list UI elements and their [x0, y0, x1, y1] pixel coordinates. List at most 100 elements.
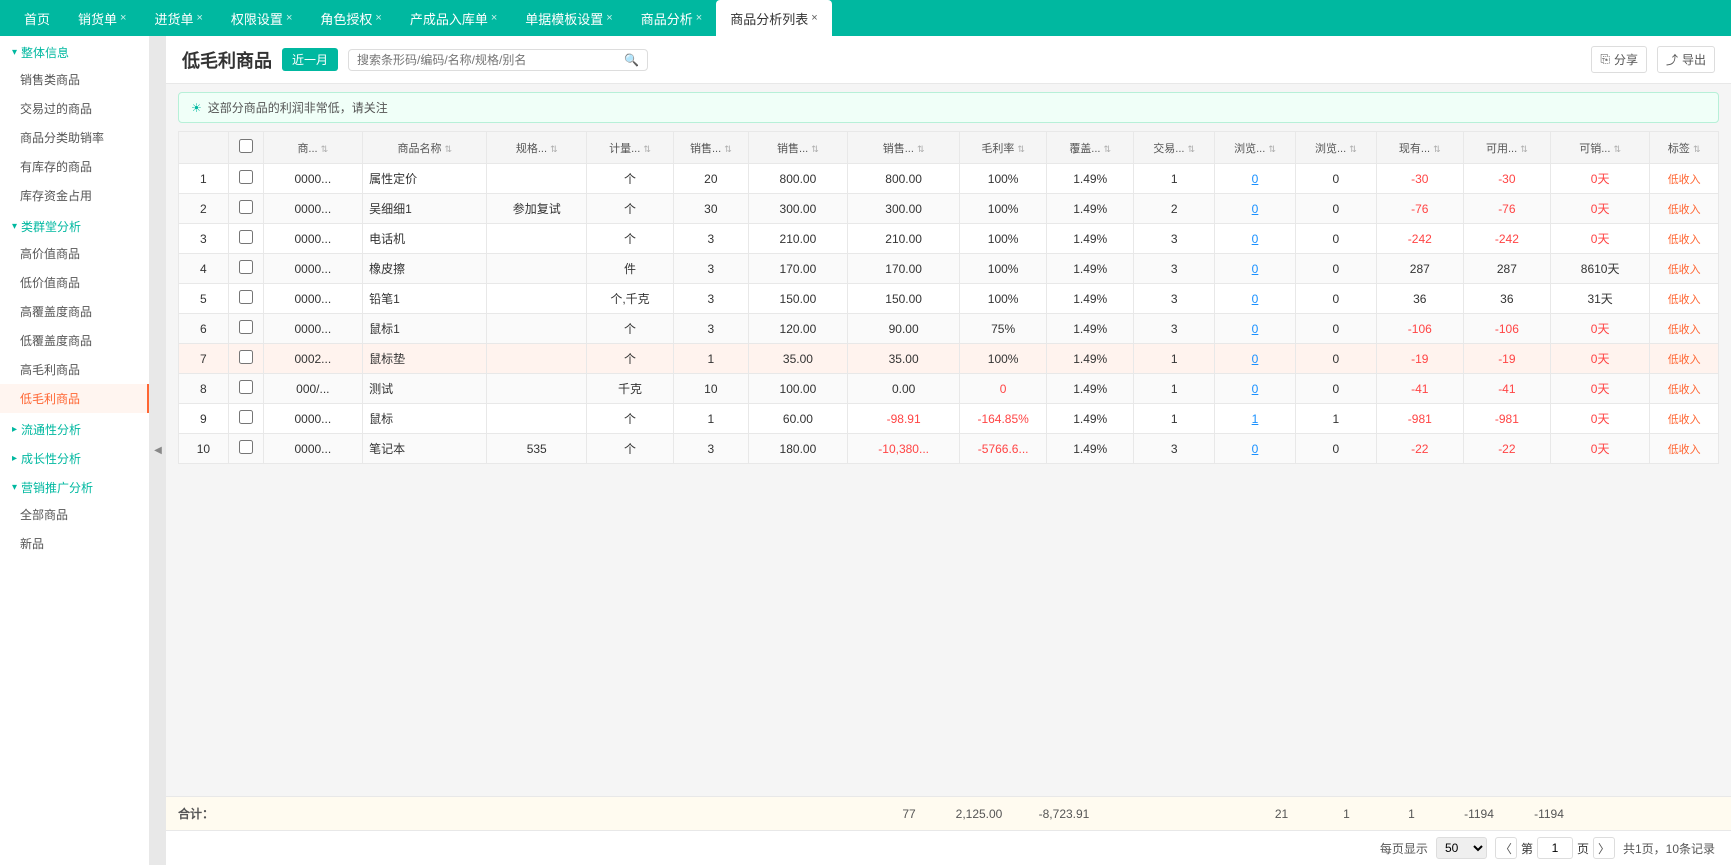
sidebar-item-all-goods[interactable]: 全部商品 [0, 500, 149, 529]
cell-browse1[interactable]: 0 [1215, 284, 1296, 314]
browse1-link[interactable]: 0 [1252, 292, 1259, 306]
nav-product[interactable]: 产成品入库单 × [396, 0, 511, 36]
page-size-select[interactable]: 10 20 50 100 [1436, 837, 1487, 859]
filter-btn[interactable]: 近一月 [282, 48, 338, 71]
share-btn[interactable]: ⎘ 分享 [1591, 46, 1647, 73]
cell-cb[interactable] [228, 344, 263, 374]
sidebar-item-sales-goods[interactable]: 销售类商品 [0, 65, 149, 94]
sidebar-item-new-goods[interactable]: 新品 [0, 529, 149, 558]
page-input[interactable] [1537, 837, 1573, 859]
browse1-link[interactable]: 1 [1252, 412, 1259, 426]
th-browse1[interactable]: 浏览... ⇅ [1215, 132, 1296, 164]
th-code[interactable]: 商... ⇅ [263, 132, 363, 164]
row-checkbox[interactable] [239, 260, 253, 274]
nav-sales[interactable]: 销货单 × [64, 0, 140, 36]
th-avail[interactable]: 可用... ⇅ [1463, 132, 1550, 164]
nav-template-close[interactable]: × [606, 12, 612, 24]
th-sale-price[interactable]: 销售... ⇅ [748, 132, 848, 164]
th-spec[interactable]: 规格... ⇅ [487, 132, 587, 164]
cell-browse1[interactable]: 0 [1215, 344, 1296, 374]
browse1-link[interactable]: 0 [1252, 352, 1259, 366]
search-icon[interactable]: 🔍 [624, 53, 639, 67]
cell-cb[interactable] [228, 284, 263, 314]
cell-cb[interactable] [228, 164, 263, 194]
browse1-link[interactable]: 0 [1252, 322, 1259, 336]
sidebar-group-growth[interactable]: ▸ 成长性分析 [0, 442, 149, 471]
sidebar-item-category-rate[interactable]: 商品分类助销率 [0, 123, 149, 152]
cell-browse1[interactable]: 0 [1215, 194, 1296, 224]
th-current[interactable]: 现有... ⇅ [1376, 132, 1463, 164]
sidebar-group-overall[interactable]: ▾ 整体信息 [0, 36, 149, 65]
cell-browse1[interactable]: 1 [1215, 404, 1296, 434]
th-cover[interactable]: 覆盖... ⇅ [1047, 132, 1134, 164]
cell-cb[interactable] [228, 224, 263, 254]
table-wrapper[interactable]: 商... ⇅ 商品名称 ⇅ 规格... ⇅ 计量... ⇅ 销售... ⇅ 销售… [166, 131, 1731, 796]
cell-browse1[interactable]: 0 [1215, 164, 1296, 194]
row-checkbox[interactable] [239, 230, 253, 244]
row-checkbox[interactable] [239, 380, 253, 394]
th-unit[interactable]: 计量... ⇅ [586, 132, 673, 164]
th-sale-qty[interactable]: 销售... ⇅ [674, 132, 749, 164]
nav-sales-close[interactable]: × [120, 12, 126, 24]
sidebar-item-low-value[interactable]: 低价值商品 [0, 268, 149, 297]
th-gross[interactable]: 毛利率 ⇅ [960, 132, 1047, 164]
browse1-link[interactable]: 0 [1252, 382, 1259, 396]
sidebar-item-low-coverage[interactable]: 低覆盖度商品 [0, 326, 149, 355]
cell-cb[interactable] [228, 314, 263, 344]
row-checkbox[interactable] [239, 290, 253, 304]
browse1-link[interactable]: 0 [1252, 262, 1259, 276]
prev-page-btn[interactable]: 〈 [1495, 837, 1517, 859]
nav-goods-list-close[interactable]: × [811, 12, 817, 24]
nav-perm[interactable]: 权限设置 × [217, 0, 306, 36]
nav-goods-analysis-close[interactable]: × [696, 12, 702, 24]
nav-goods-list[interactable]: 商品分析列表 × [716, 0, 831, 36]
browse1-link[interactable]: 0 [1252, 172, 1259, 186]
browse1-link[interactable]: 0 [1252, 202, 1259, 216]
nav-home[interactable]: 首页 [10, 0, 64, 36]
th-sale-amt[interactable]: 销售... ⇅ [848, 132, 960, 164]
search-input[interactable] [357, 53, 624, 67]
sidebar-item-stock-goods[interactable]: 有库存的商品 [0, 152, 149, 181]
th-sellable[interactable]: 可销... ⇅ [1550, 132, 1650, 164]
sidebar-group-marketing[interactable]: ▾ 营销推广分析 [0, 471, 149, 500]
nav-purchase-close[interactable]: × [196, 12, 202, 24]
next-page-btn[interactable]: 〉 [1593, 837, 1615, 859]
row-checkbox[interactable] [239, 410, 253, 424]
cell-cb[interactable] [228, 404, 263, 434]
sidebar-item-low-margin[interactable]: 低毛利商品 [0, 384, 149, 413]
nav-goods-analysis[interactable]: 商品分析 × [627, 0, 716, 36]
row-checkbox[interactable] [239, 440, 253, 454]
cell-browse1[interactable]: 0 [1215, 374, 1296, 404]
th-trans[interactable]: 交易... ⇅ [1134, 132, 1215, 164]
row-checkbox[interactable] [239, 320, 253, 334]
nav-purchase[interactable]: 进货单 × [140, 0, 216, 36]
sidebar-item-stock-capital[interactable]: 库存资金占用 [0, 181, 149, 210]
sidebar-group-cluster[interactable]: ▾ 类群堂分析 [0, 210, 149, 239]
cell-browse1[interactable]: 0 [1215, 224, 1296, 254]
cell-browse1[interactable]: 0 [1215, 254, 1296, 284]
browse1-link[interactable]: 0 [1252, 232, 1259, 246]
row-checkbox[interactable] [239, 170, 253, 184]
sidebar-item-high-coverage[interactable]: 高覆盖度商品 [0, 297, 149, 326]
cell-browse1[interactable]: 0 [1215, 314, 1296, 344]
nav-template[interactable]: 单据模板设置 × [511, 0, 626, 36]
sidebar-item-high-margin[interactable]: 高毛利商品 [0, 355, 149, 384]
browse1-link[interactable]: 0 [1252, 442, 1259, 456]
row-checkbox[interactable] [239, 200, 253, 214]
cell-cb[interactable] [228, 434, 263, 464]
sidebar-item-traded-goods[interactable]: 交易过的商品 [0, 94, 149, 123]
sidebar-toggle[interactable]: ◀ [150, 36, 166, 865]
select-all-checkbox[interactable] [239, 139, 253, 153]
nav-perm-close[interactable]: × [286, 12, 292, 24]
cell-browse1[interactable]: 0 [1215, 434, 1296, 464]
export-btn[interactable]: ⤴ 导出 [1657, 46, 1715, 73]
nav-role-close[interactable]: × [375, 12, 381, 24]
cell-cb[interactable] [228, 254, 263, 284]
th-name[interactable]: 商品名称 ⇅ [363, 132, 487, 164]
cell-cb[interactable] [228, 194, 263, 224]
cell-cb[interactable] [228, 374, 263, 404]
nav-product-close[interactable]: × [491, 12, 497, 24]
sidebar-item-high-value[interactable]: 高价值商品 [0, 239, 149, 268]
sidebar-group-flow[interactable]: ▸ 流通性分析 [0, 413, 149, 442]
th-cb[interactable] [228, 132, 263, 164]
